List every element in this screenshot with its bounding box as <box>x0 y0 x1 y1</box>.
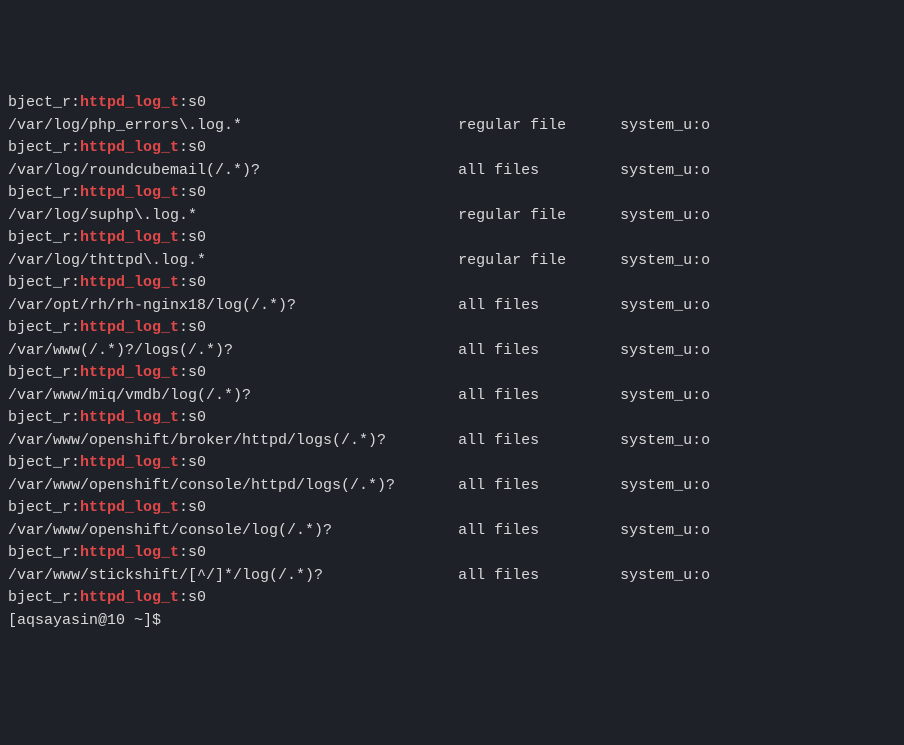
context-prefix: bject_r: <box>8 409 80 426</box>
fcontext-path: /var/www/openshift/console/httpd/logs(/.… <box>8 477 458 494</box>
context-suffix: :s0 <box>179 229 206 246</box>
context-suffix: :s0 <box>179 409 206 426</box>
selinux-type-highlight: httpd_log_t <box>80 184 179 201</box>
terminal-line: bject_r:httpd_log_t:s0 <box>8 317 896 340</box>
selinux-type-highlight: httpd_log_t <box>80 589 179 606</box>
context-prefix: bject_r: <box>8 544 80 561</box>
selinux-type-highlight: httpd_log_t <box>80 499 179 516</box>
fcontext-type: regular file <box>458 117 620 134</box>
terminal-output: bject_r:httpd_log_t:s0/var/log/php_error… <box>8 92 896 632</box>
context-suffix: :s0 <box>179 319 206 336</box>
fcontext-context: system_u:o <box>620 162 710 179</box>
selinux-type-highlight: httpd_log_t <box>80 229 179 246</box>
selinux-type-highlight: httpd_log_t <box>80 364 179 381</box>
fcontext-context: system_u:o <box>620 477 710 494</box>
fcontext-context: system_u:o <box>620 567 710 584</box>
selinux-type-highlight: httpd_log_t <box>80 94 179 111</box>
fcontext-path: /var/log/suphp\.log.* <box>8 207 458 224</box>
selinux-type-highlight: httpd_log_t <box>80 319 179 336</box>
context-prefix: bject_r: <box>8 454 80 471</box>
context-prefix: bject_r: <box>8 274 80 291</box>
context-suffix: :s0 <box>179 139 206 156</box>
fcontext-path: /var/www(/.*)?/logs(/.*)? <box>8 342 458 359</box>
fcontext-context: system_u:o <box>620 522 710 539</box>
context-suffix: :s0 <box>179 184 206 201</box>
context-prefix: bject_r: <box>8 139 80 156</box>
context-suffix: :s0 <box>179 454 206 471</box>
fcontext-path: /var/log/php_errors\.log.* <box>8 117 458 134</box>
selinux-type-highlight: httpd_log_t <box>80 454 179 471</box>
context-suffix: :s0 <box>179 364 206 381</box>
terminal-line: /var/log/roundcubemail(/.*)? all files s… <box>8 160 896 183</box>
selinux-type-highlight: httpd_log_t <box>80 409 179 426</box>
terminal-line: /var/www(/.*)?/logs(/.*)? all files syst… <box>8 340 896 363</box>
fcontext-type: all files <box>458 432 620 449</box>
terminal-line: /var/opt/rh/rh-nginx18/log(/.*)? all fil… <box>8 295 896 318</box>
fcontext-context: system_u:o <box>620 432 710 449</box>
context-prefix: bject_r: <box>8 589 80 606</box>
fcontext-path: /var/log/thttpd\.log.* <box>8 252 458 269</box>
terminal-line: bject_r:httpd_log_t:s0 <box>8 137 896 160</box>
fcontext-type: all files <box>458 477 620 494</box>
terminal-line: /var/www/openshift/console/httpd/logs(/.… <box>8 475 896 498</box>
terminal-line: bject_r:httpd_log_t:s0 <box>8 182 896 205</box>
fcontext-type: all files <box>458 387 620 404</box>
fcontext-type: all files <box>458 522 620 539</box>
fcontext-context: system_u:o <box>620 342 710 359</box>
terminal-line: /var/www/openshift/broker/httpd/logs(/.*… <box>8 430 896 453</box>
fcontext-context: system_u:o <box>620 387 710 404</box>
fcontext-path: /var/opt/rh/rh-nginx18/log(/.*)? <box>8 297 458 314</box>
terminal-line: /var/log/suphp\.log.* regular file syste… <box>8 205 896 228</box>
fcontext-context: system_u:o <box>620 207 710 224</box>
fcontext-context: system_u:o <box>620 297 710 314</box>
terminal-line: /var/www/stickshift/[^/]*/log(/.*)? all … <box>8 565 896 588</box>
terminal-line: bject_r:httpd_log_t:s0 <box>8 542 896 565</box>
context-prefix: bject_r: <box>8 364 80 381</box>
selinux-type-highlight: httpd_log_t <box>80 274 179 291</box>
fcontext-type: all files <box>458 342 620 359</box>
fcontext-path: /var/www/openshift/console/log(/.*)? <box>8 522 458 539</box>
context-prefix: bject_r: <box>8 499 80 516</box>
context-prefix: bject_r: <box>8 94 80 111</box>
fcontext-type: all files <box>458 162 620 179</box>
context-suffix: :s0 <box>179 589 206 606</box>
terminal-line: bject_r:httpd_log_t:s0 <box>8 362 896 385</box>
terminal-line: /var/www/openshift/console/log(/.*)? all… <box>8 520 896 543</box>
terminal-line: bject_r:httpd_log_t:s0 <box>8 452 896 475</box>
selinux-type-highlight: httpd_log_t <box>80 139 179 156</box>
fcontext-path: /var/www/openshift/broker/httpd/logs(/.*… <box>8 432 458 449</box>
context-suffix: :s0 <box>179 499 206 516</box>
terminal-line: bject_r:httpd_log_t:s0 <box>8 587 896 610</box>
context-suffix: :s0 <box>179 544 206 561</box>
terminal-line: bject_r:httpd_log_t:s0 <box>8 272 896 295</box>
shell-prompt[interactable]: [aqsayasin@10 ~]$ <box>8 610 896 633</box>
fcontext-path: /var/www/miq/vmdb/log(/.*)? <box>8 387 458 404</box>
terminal-line: bject_r:httpd_log_t:s0 <box>8 497 896 520</box>
fcontext-type: regular file <box>458 207 620 224</box>
context-prefix: bject_r: <box>8 319 80 336</box>
context-prefix: bject_r: <box>8 184 80 201</box>
terminal-line: bject_r:httpd_log_t:s0 <box>8 92 896 115</box>
fcontext-type: regular file <box>458 252 620 269</box>
fcontext-path: /var/log/roundcubemail(/.*)? <box>8 162 458 179</box>
terminal-line: bject_r:httpd_log_t:s0 <box>8 227 896 250</box>
fcontext-type: all files <box>458 297 620 314</box>
fcontext-type: all files <box>458 567 620 584</box>
selinux-type-highlight: httpd_log_t <box>80 544 179 561</box>
context-suffix: :s0 <box>179 274 206 291</box>
terminal-line: /var/log/thttpd\.log.* regular file syst… <box>8 250 896 273</box>
context-prefix: bject_r: <box>8 229 80 246</box>
context-suffix: :s0 <box>179 94 206 111</box>
fcontext-context: system_u:o <box>620 252 710 269</box>
terminal-line: /var/www/miq/vmdb/log(/.*)? all files sy… <box>8 385 896 408</box>
fcontext-context: system_u:o <box>620 117 710 134</box>
terminal-line: /var/log/php_errors\.log.* regular file … <box>8 115 896 138</box>
terminal-line: bject_r:httpd_log_t:s0 <box>8 407 896 430</box>
fcontext-path: /var/www/stickshift/[^/]*/log(/.*)? <box>8 567 458 584</box>
